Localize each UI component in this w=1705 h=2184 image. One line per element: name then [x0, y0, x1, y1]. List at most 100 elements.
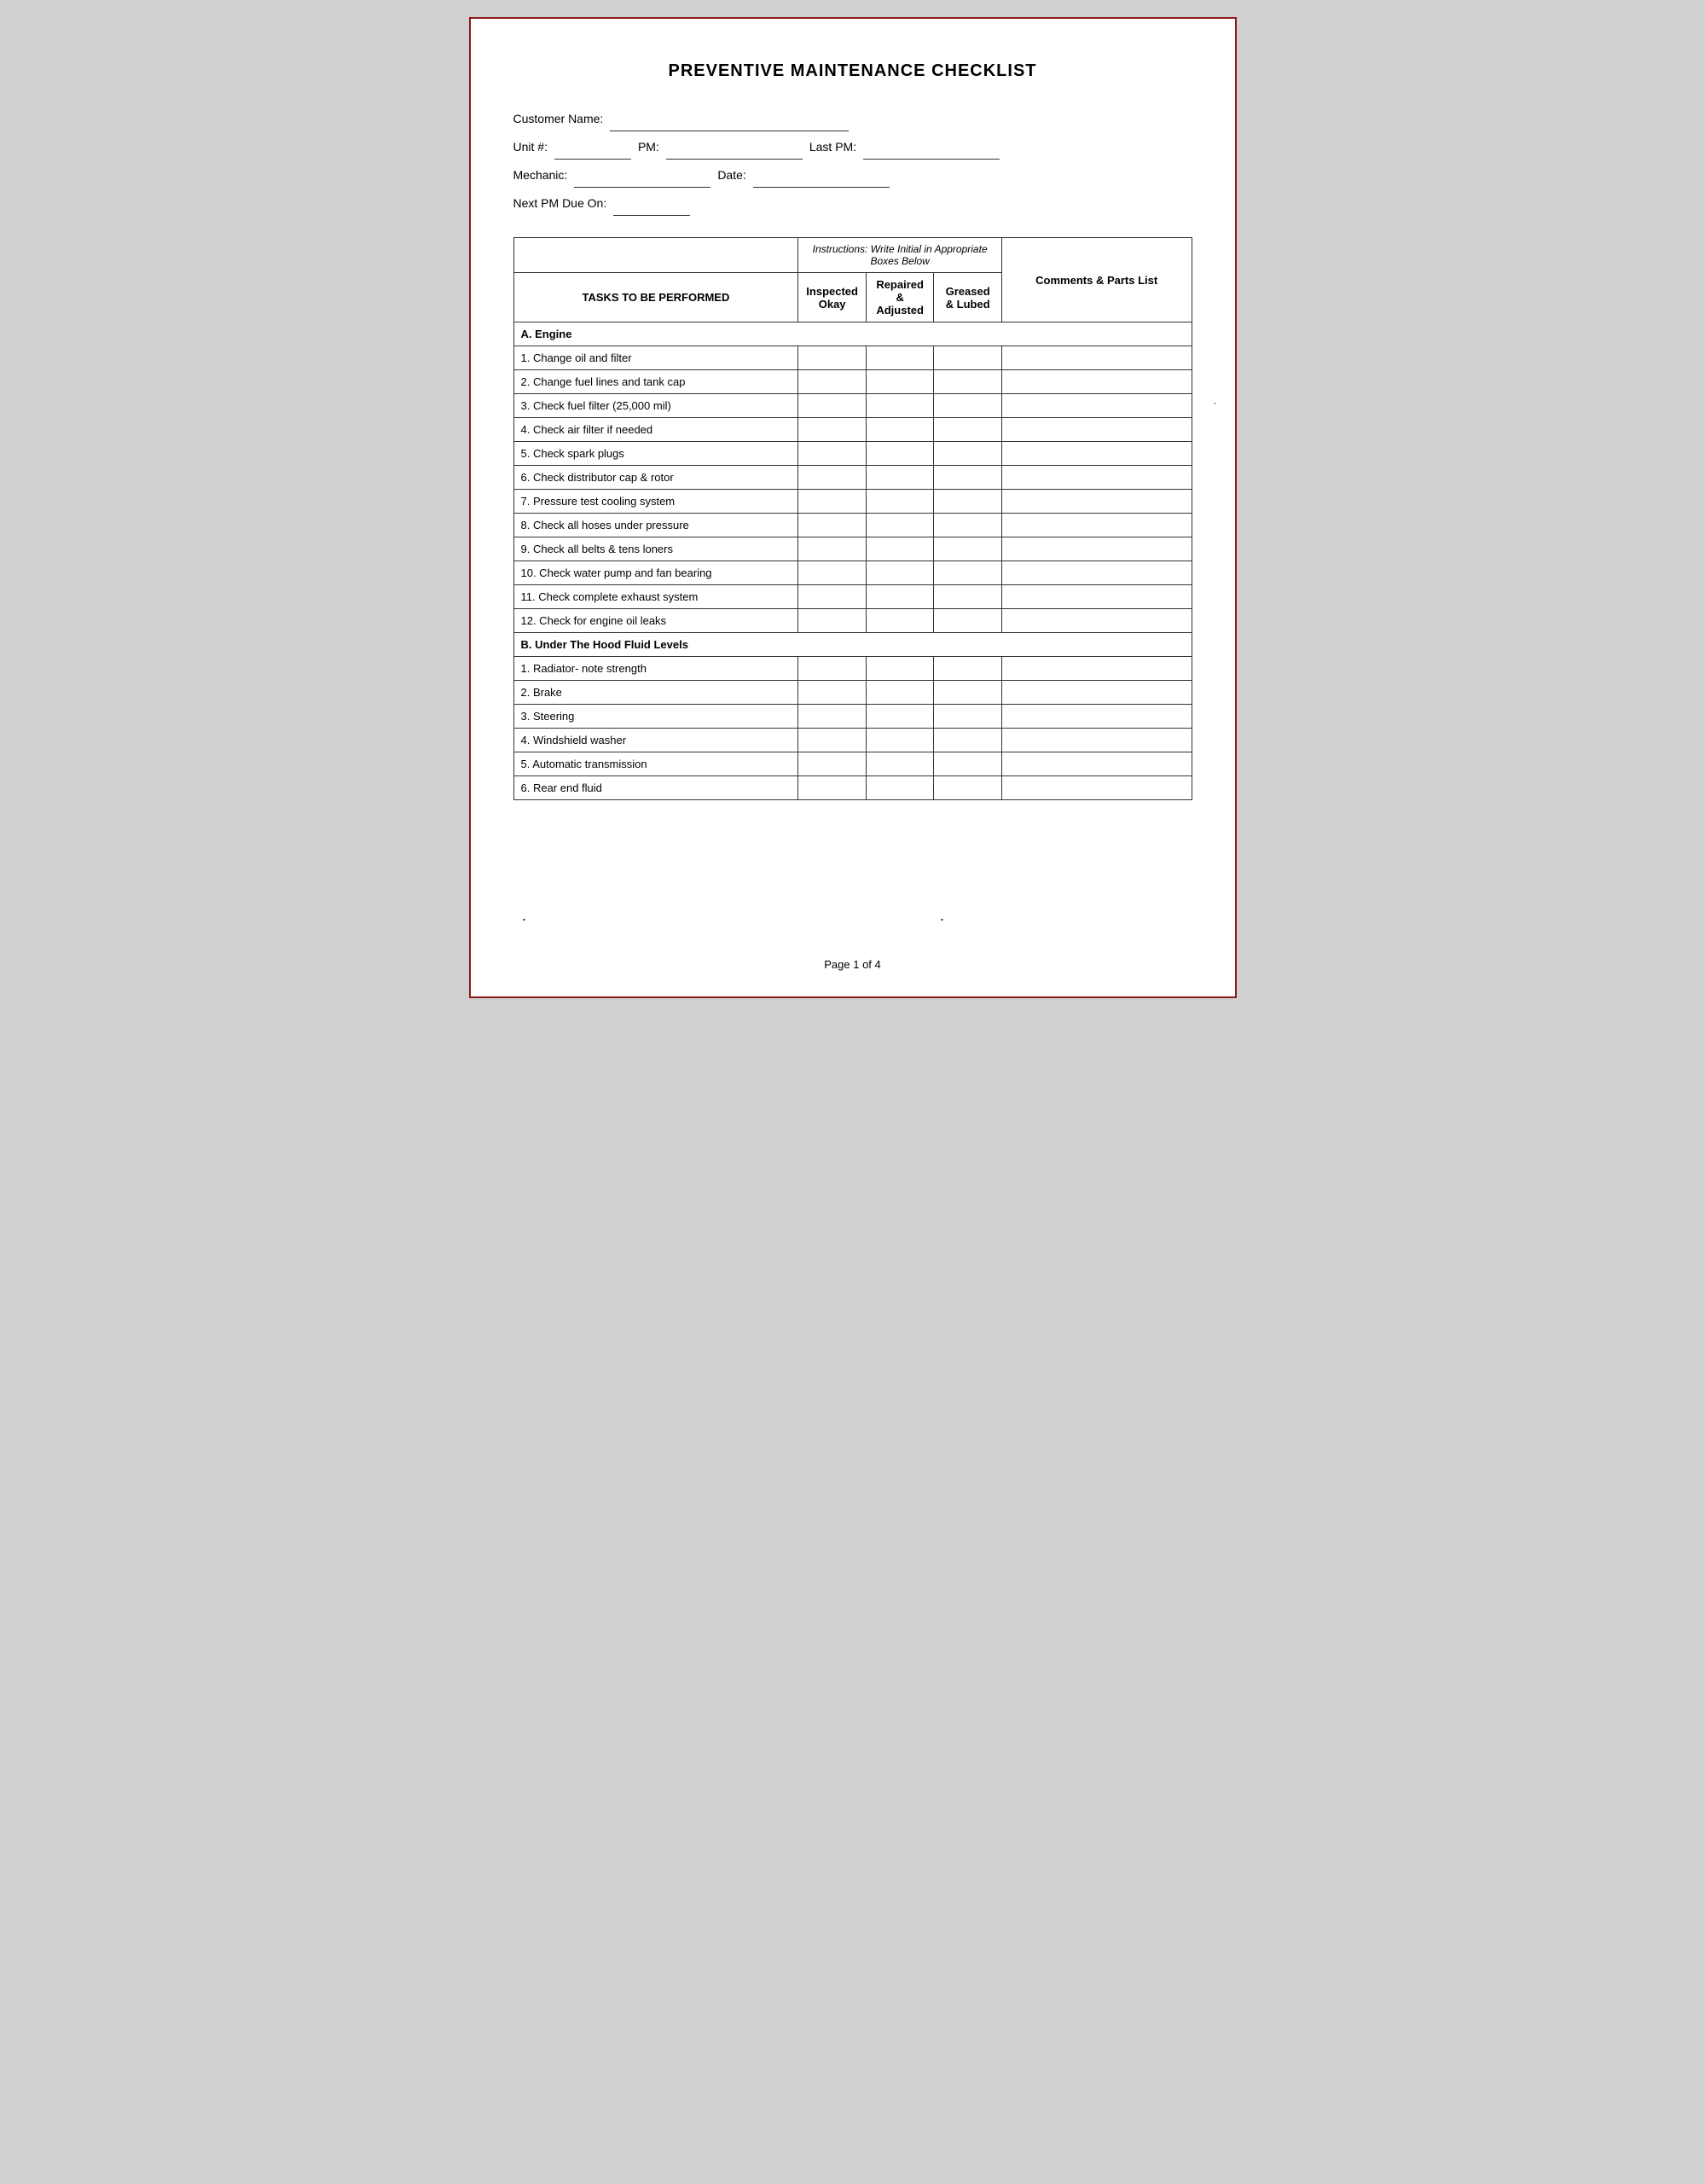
inspected-cell[interactable]: [798, 490, 867, 514]
inspected-cell[interactable]: [798, 752, 867, 776]
section-header-cell: A. Engine: [513, 322, 1192, 346]
repaired-cell[interactable]: [866, 490, 934, 514]
inspected-cell[interactable]: [798, 585, 867, 609]
comments-cell[interactable]: [1001, 466, 1192, 490]
inspected-cell[interactable]: [798, 609, 867, 633]
greased-cell[interactable]: [934, 490, 1002, 514]
inspected-cell[interactable]: [798, 418, 867, 442]
inspected-cell[interactable]: [798, 466, 867, 490]
greased-cell[interactable]: [934, 537, 1002, 561]
greased-cell[interactable]: [934, 585, 1002, 609]
form-line-unit: Unit #: PM: Last PM:: [513, 135, 1192, 160]
inspected-cell[interactable]: [798, 729, 867, 752]
inspected-cell[interactable]: [798, 537, 867, 561]
greased-cell[interactable]: [934, 418, 1002, 442]
unit-field[interactable]: [554, 135, 631, 160]
repaired-cell[interactable]: [866, 394, 934, 418]
repaired-cell[interactable]: [866, 729, 934, 752]
comments-cell[interactable]: [1001, 418, 1192, 442]
comments-cell[interactable]: [1001, 585, 1192, 609]
comments-cell[interactable]: [1001, 514, 1192, 537]
greased-cell[interactable]: [934, 346, 1002, 370]
header-task: TASKS TO BE PERFORMED: [513, 273, 798, 322]
comments-cell[interactable]: [1001, 681, 1192, 705]
inspected-cell[interactable]: [798, 394, 867, 418]
inspected-cell[interactable]: [798, 370, 867, 394]
greased-cell[interactable]: [934, 776, 1002, 800]
task-cell: 6. Rear end fluid: [513, 776, 798, 800]
table-row: 1. Change oil and filter: [513, 346, 1192, 370]
dot-decoration-right-top: ·: [1213, 394, 1218, 412]
comments-cell[interactable]: [1001, 561, 1192, 585]
greased-cell[interactable]: [934, 466, 1002, 490]
greased-cell[interactable]: [934, 370, 1002, 394]
comments-cell[interactable]: [1001, 442, 1192, 466]
customer-name-label: Customer Name:: [513, 107, 604, 131]
repaired-cell[interactable]: [866, 609, 934, 633]
inspected-cell[interactable]: [798, 346, 867, 370]
date-field[interactable]: [753, 163, 890, 188]
section-header-row: B. Under The Hood Fluid Levels: [513, 633, 1192, 657]
repaired-cell[interactable]: [866, 346, 934, 370]
table-row: 3. Steering: [513, 705, 1192, 729]
greased-cell[interactable]: [934, 705, 1002, 729]
inspected-cell[interactable]: [798, 681, 867, 705]
comments-cell[interactable]: [1001, 657, 1192, 681]
repaired-cell[interactable]: [866, 681, 934, 705]
header-repaired: Repaired & Adjusted: [866, 273, 934, 322]
inspected-cell[interactable]: [798, 657, 867, 681]
pm-field[interactable]: [666, 135, 803, 160]
next-pm-field[interactable]: [613, 191, 690, 216]
task-cell: 10. Check water pump and fan bearing: [513, 561, 798, 585]
comments-cell[interactable]: [1001, 490, 1192, 514]
mechanic-field[interactable]: [574, 163, 710, 188]
task-cell: 8. Check all hoses under pressure: [513, 514, 798, 537]
greased-cell[interactable]: [934, 514, 1002, 537]
customer-name-field[interactable]: [610, 107, 849, 131]
repaired-cell[interactable]: [866, 537, 934, 561]
checklist-table: Instructions: Write Initial in Appropria…: [513, 237, 1192, 800]
repaired-cell[interactable]: [866, 418, 934, 442]
inspected-cell[interactable]: [798, 776, 867, 800]
repaired-cell[interactable]: [866, 585, 934, 609]
form-line-customer: Customer Name:: [513, 107, 1192, 131]
repaired-cell[interactable]: [866, 752, 934, 776]
task-cell: 3. Check fuel filter (25,000 mil): [513, 394, 798, 418]
greased-cell[interactable]: [934, 657, 1002, 681]
inspected-cell[interactable]: [798, 561, 867, 585]
comments-cell[interactable]: [1001, 609, 1192, 633]
repaired-cell[interactable]: [866, 370, 934, 394]
task-cell: 6. Check distributor cap & rotor: [513, 466, 798, 490]
greased-cell[interactable]: [934, 609, 1002, 633]
last-pm-field[interactable]: [863, 135, 1000, 160]
greased-cell[interactable]: [934, 442, 1002, 466]
task-cell: 5. Automatic transmission: [513, 752, 798, 776]
inspected-cell[interactable]: [798, 705, 867, 729]
comments-cell[interactable]: [1001, 705, 1192, 729]
comments-cell[interactable]: [1001, 729, 1192, 752]
repaired-cell[interactable]: [866, 442, 934, 466]
inspected-cell[interactable]: [798, 442, 867, 466]
comments-cell[interactable]: [1001, 346, 1192, 370]
greased-cell[interactable]: [934, 681, 1002, 705]
repaired-cell[interactable]: [866, 657, 934, 681]
greased-cell[interactable]: [934, 561, 1002, 585]
repaired-cell[interactable]: [866, 776, 934, 800]
repaired-cell[interactable]: [866, 705, 934, 729]
repaired-cell[interactable]: [866, 561, 934, 585]
greased-cell[interactable]: [934, 752, 1002, 776]
comments-cell[interactable]: [1001, 752, 1192, 776]
comments-cell[interactable]: [1001, 537, 1192, 561]
section-header-cell: B. Under The Hood Fluid Levels: [513, 633, 1192, 657]
repaired-cell[interactable]: [866, 466, 934, 490]
comments-cell[interactable]: [1001, 394, 1192, 418]
greased-cell[interactable]: [934, 394, 1002, 418]
greased-cell[interactable]: [934, 729, 1002, 752]
header-greased: Greased & Lubed: [934, 273, 1002, 322]
section-header-row: A. Engine: [513, 322, 1192, 346]
repaired-cell[interactable]: [866, 514, 934, 537]
comments-cell[interactable]: [1001, 776, 1192, 800]
table-row: 9. Check all belts & tens loners: [513, 537, 1192, 561]
comments-cell[interactable]: [1001, 370, 1192, 394]
inspected-cell[interactable]: [798, 514, 867, 537]
